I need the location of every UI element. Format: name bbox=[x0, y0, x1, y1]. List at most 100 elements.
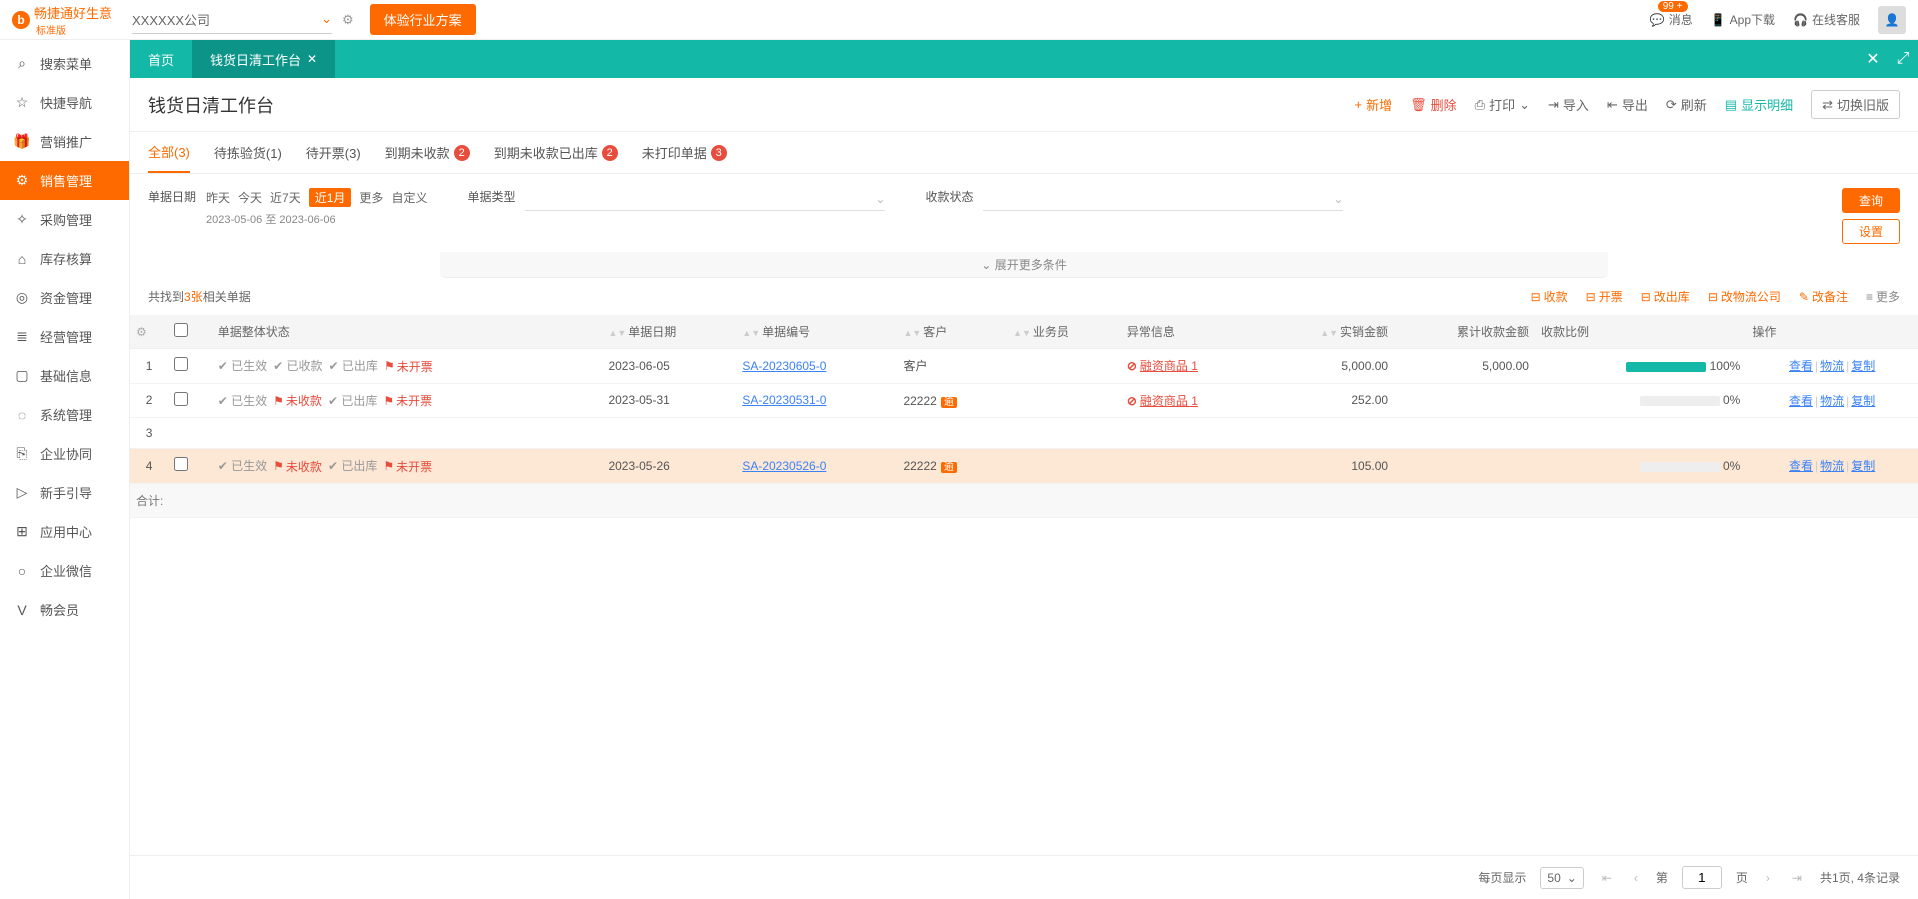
col-err[interactable]: 异常信息 bbox=[1121, 315, 1260, 349]
type-select[interactable]: ⌄ bbox=[525, 188, 885, 211]
query-button[interactable]: 查询 bbox=[1842, 188, 1900, 213]
first-page-button[interactable]: ⇤ bbox=[1598, 871, 1616, 885]
chg-logi-action[interactable]: ⊟ 改物流公司 bbox=[1708, 288, 1781, 305]
view-link[interactable]: 查看 bbox=[1789, 359, 1813, 373]
table-wrap[interactable]: ⚙ 单据整体状态▲▼单据日期▲▼单据编号▲▼客户▲▼业务员异常信息▲▼实销金额累计… bbox=[130, 315, 1918, 855]
top-bar: b 畅捷通好生意 标准版 XXXXXX公司 ⌄ ⚙ 体验行业方案 99 + 💬 … bbox=[0, 0, 1918, 40]
sidebar-item-stock[interactable]: ⌂库存核算 bbox=[0, 239, 129, 278]
filter-tab[interactable]: 到期未收款2 bbox=[385, 142, 470, 173]
app-download-link[interactable]: 📱 App下载 bbox=[1711, 11, 1775, 28]
delete-button[interactable]: 🗑删除 bbox=[1410, 95, 1457, 114]
sidebar-item-fund[interactable]: ◎资金管理 bbox=[0, 278, 129, 317]
list-icon: ▤ bbox=[1725, 97, 1737, 113]
avatar[interactable]: 👤 bbox=[1878, 6, 1906, 34]
close-icon[interactable]: ✕ bbox=[307, 52, 317, 66]
error-link[interactable]: 融资商品 1 bbox=[1140, 394, 1198, 408]
date-option[interactable]: 今天 bbox=[238, 189, 262, 206]
sidebar-item-coop[interactable]: ⎘企业协同 bbox=[0, 434, 129, 473]
col-no[interactable]: ▲▼单据编号 bbox=[736, 315, 897, 349]
col-amt[interactable]: ▲▼实销金额 bbox=[1260, 315, 1394, 349]
col-sales[interactable]: ▲▼业务员 bbox=[1007, 315, 1121, 349]
sidebar-item-quick[interactable]: ☆快捷导航 bbox=[0, 83, 129, 122]
date-option[interactable]: 自定义 bbox=[391, 189, 427, 206]
sidebar-item-search[interactable]: ⌕搜索菜单 bbox=[0, 44, 129, 83]
detail-toggle[interactable]: ▤显示明细 bbox=[1725, 95, 1793, 114]
export-button[interactable]: ⇤导出 bbox=[1607, 95, 1648, 114]
date-option[interactable]: 近7天 bbox=[270, 189, 301, 206]
paystatus-select[interactable]: ⌄ bbox=[983, 188, 1343, 211]
view-link[interactable]: 查看 bbox=[1789, 459, 1813, 473]
fund-icon: ◎ bbox=[14, 290, 30, 306]
sidebar-item-guide[interactable]: ▷新手引导 bbox=[0, 473, 129, 512]
col-idx[interactable]: ⚙ bbox=[130, 315, 168, 349]
print-button[interactable]: ⎙打印⌄ bbox=[1475, 95, 1530, 114]
invoice-action[interactable]: ⊟ 开票 bbox=[1586, 288, 1623, 305]
filter-tab[interactable]: 待拣验货(1) bbox=[214, 142, 282, 173]
col-date[interactable]: ▲▼单据日期 bbox=[602, 315, 736, 349]
page-input[interactable] bbox=[1682, 866, 1722, 889]
doc-no-link[interactable]: SA-20230531-0 bbox=[742, 393, 826, 407]
sidebar-item-purch[interactable]: ✧采购管理 bbox=[0, 200, 129, 239]
settings-button[interactable]: 设置 bbox=[1842, 219, 1900, 244]
col-cust[interactable]: ▲▼客户 bbox=[897, 315, 1007, 349]
logi-link[interactable]: 物流 bbox=[1820, 359, 1844, 373]
online-service-link[interactable]: 🎧 在线客服 bbox=[1793, 11, 1860, 28]
view-link[interactable]: 查看 bbox=[1789, 394, 1813, 408]
chg-note-action[interactable]: ✎ 改备注 bbox=[1799, 288, 1848, 305]
sidebar-item-sales[interactable]: ⚙销售管理 bbox=[0, 161, 129, 200]
date-option[interactable]: 更多 bbox=[359, 189, 383, 206]
messages-link[interactable]: 99 + 💬 消息 bbox=[1650, 11, 1693, 28]
logi-link[interactable]: 物流 bbox=[1820, 394, 1844, 408]
next-page-button[interactable]: › bbox=[1762, 871, 1774, 885]
col-chk[interactable] bbox=[168, 315, 212, 349]
add-button[interactable]: +新增 bbox=[1355, 95, 1393, 114]
row-checkbox[interactable] bbox=[174, 457, 188, 471]
logi-link[interactable]: 物流 bbox=[1820, 459, 1844, 473]
expand-filters[interactable]: ⌄ 展开更多条件 bbox=[440, 252, 1608, 278]
sidebar-item-sys[interactable]: ◌系统管理 bbox=[0, 395, 129, 434]
filter-tab[interactable]: 待开票(3) bbox=[306, 142, 361, 173]
date-option[interactable]: 近1月 bbox=[309, 188, 352, 207]
filter-tab[interactable]: 全部(3) bbox=[148, 142, 190, 173]
industry-plan-button[interactable]: 体验行业方案 bbox=[370, 4, 476, 35]
page-size-select[interactable]: 50⌄ bbox=[1540, 867, 1583, 889]
copy-link[interactable]: 复制 bbox=[1851, 394, 1875, 408]
doc-no-link[interactable]: SA-20230605-0 bbox=[742, 359, 826, 373]
filter-tab[interactable]: 到期未收款已出库2 bbox=[494, 142, 618, 173]
sidebar-item-wecom[interactable]: ○企业微信 bbox=[0, 551, 129, 590]
tab-workbench[interactable]: 钱货日清工作台 ✕ bbox=[192, 40, 335, 78]
more-action[interactable]: ≡ 更多 bbox=[1866, 288, 1900, 305]
switch-old-button[interactable]: ⇄切换旧版 bbox=[1811, 90, 1900, 119]
tabstrip-close-button[interactable]: ✕ bbox=[1858, 40, 1888, 78]
col-ratio[interactable]: 收款比例 bbox=[1535, 315, 1746, 349]
sidebar-item-biz[interactable]: ≣经营管理 bbox=[0, 317, 129, 356]
date-option[interactable]: 昨天 bbox=[206, 189, 230, 206]
results-bar: 共找到 3张 相关单据 ⊟ 收款 ⊟ 开票 ⊟ 改出库 ⊟ 改物流公司 ✎ 改备… bbox=[130, 278, 1918, 315]
collect-action[interactable]: ⊟ 收款 bbox=[1531, 288, 1568, 305]
row-checkbox[interactable] bbox=[174, 357, 188, 371]
copy-link[interactable]: 复制 bbox=[1851, 459, 1875, 473]
last-page-button[interactable]: ⇥ bbox=[1788, 871, 1806, 885]
col-cum[interactable]: 累计收款金额 bbox=[1394, 315, 1535, 349]
sidebar-item-promo[interactable]: 🎁营销推广 bbox=[0, 122, 129, 161]
company-selector[interactable]: XXXXXX公司 ⌄ bbox=[132, 6, 332, 34]
sidebar-item-vip[interactable]: V畅会员 bbox=[0, 590, 129, 629]
chg-stock-action[interactable]: ⊟ 改出库 bbox=[1641, 288, 1690, 305]
import-button[interactable]: ⇥导入 bbox=[1548, 95, 1589, 114]
row-checkbox[interactable] bbox=[174, 392, 188, 406]
col-st[interactable]: 单据整体状态 bbox=[212, 315, 603, 349]
tab-home[interactable]: 首页 bbox=[130, 40, 192, 78]
sidebar-item-base[interactable]: ▢基础信息 bbox=[0, 356, 129, 395]
refresh-button[interactable]: ⟳刷新 bbox=[1666, 95, 1707, 114]
error-link[interactable]: 融资商品 1 bbox=[1140, 359, 1198, 373]
prev-page-button[interactable]: ‹ bbox=[1630, 871, 1642, 885]
filter-tab[interactable]: 未打印单据3 bbox=[642, 142, 727, 173]
tabstrip-expand-button[interactable]: ⤢ bbox=[1888, 40, 1918, 78]
select-all[interactable] bbox=[174, 323, 188, 337]
sidebar-item-apps[interactable]: ⊞应用中心 bbox=[0, 512, 129, 551]
wecom-icon: ○ bbox=[14, 563, 30, 579]
col-op[interactable]: 操作 bbox=[1746, 315, 1918, 349]
doc-no-link[interactable]: SA-20230526-0 bbox=[742, 459, 826, 473]
gear-icon[interactable]: ⚙ bbox=[342, 12, 354, 28]
copy-link[interactable]: 复制 bbox=[1851, 359, 1875, 373]
